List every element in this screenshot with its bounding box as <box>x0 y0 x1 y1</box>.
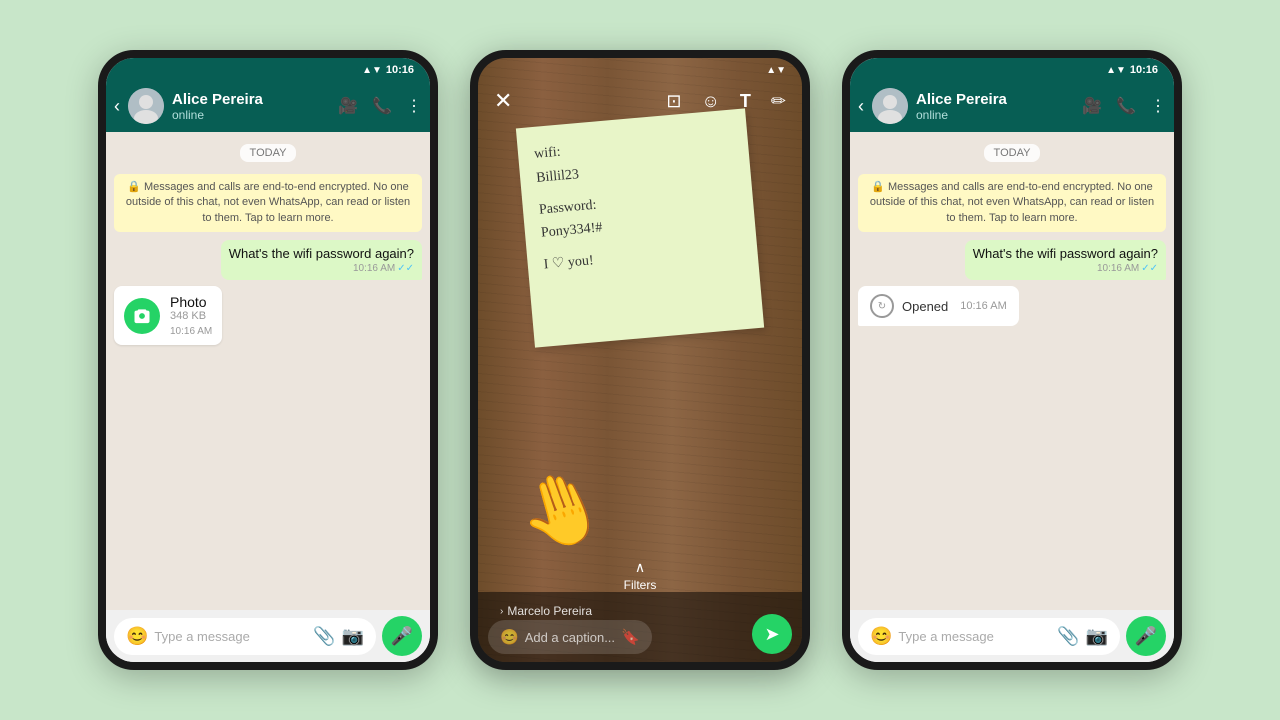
chat-area-1: TODAY 🔒 Messages and calls are end-to-en… <box>106 132 430 610</box>
time-3: 10:16 <box>1130 64 1158 76</box>
input-bar-1: 😊 Type a message 📎 📷 🎤 <box>106 610 430 662</box>
contact-status-3: online <box>916 108 1074 122</box>
caption-input[interactable]: 😊 Add a caption... 🔖 <box>488 620 652 654</box>
filters-chevron-icon: ∧ <box>635 559 645 576</box>
phone-receiver: ▲▼ 10:16 ‹ Alice Pereira online 🎥 📞 ⋮ TO… <box>842 50 1182 670</box>
caption-send-button[interactable]: ➤ <box>752 614 792 654</box>
caption-contact-name: Marcelo Pereira <box>507 604 592 618</box>
attach-icon-1[interactable]: 📎 <box>313 626 335 647</box>
emoji-icon-viewer[interactable]: ☺ <box>702 91 720 112</box>
filters-label: Filters <box>624 578 657 592</box>
close-button-viewer[interactable]: ✕ <box>494 88 512 114</box>
video-call-icon-1[interactable]: 🎥 <box>338 96 358 116</box>
chat-area-3: TODAY 🔒 Messages and calls are end-to-en… <box>850 132 1174 610</box>
input-bar-3: 😊 Type a message 📎 📷 🎤 <box>850 610 1174 662</box>
status-bar-3: ▲▼ 10:16 <box>850 58 1174 80</box>
opened-label-3: Opened <box>902 299 948 314</box>
phone-viewer: wifi: Billil23 Password: Pony334!# I ♡ y… <box>470 50 810 670</box>
date-badge-1: TODAY <box>240 144 297 162</box>
sticky-note: wifi: Billil23 Password: Pony334!# I ♡ y… <box>516 108 764 347</box>
voice-call-icon-1[interactable]: 📞 <box>372 96 392 116</box>
camera-input-icon-1[interactable]: 📷 <box>342 626 364 647</box>
contact-name-1: Alice Pereira <box>172 91 330 108</box>
back-button-1[interactable]: ‹ <box>114 96 120 117</box>
caption-sticker-icon[interactable]: 🔖 <box>621 628 640 646</box>
opened-time-3: 10:16 AM <box>960 300 1006 312</box>
back-button-3[interactable]: ‹ <box>858 96 864 117</box>
caption-bar: › Marcelo Pereira 😊 Add a caption... 🔖 ➤ <box>478 592 802 662</box>
input-wrap-3[interactable]: 😊 Type a message 📎 📷 <box>858 618 1120 655</box>
contact-status-1: online <box>172 108 330 122</box>
message-out-3: What's the wifi password again? 10:16 AM… <box>965 240 1166 280</box>
opened-icon-3: ↻ <box>870 294 894 318</box>
signal-icon-3: ▲▼ <box>1106 65 1126 76</box>
caption-contact: › Marcelo Pereira <box>488 600 792 620</box>
contact-info-1: Alice Pereira online <box>172 91 330 122</box>
header-actions-3: 🎥 📞 ⋮ <box>1082 96 1166 116</box>
encryption-notice-3: 🔒 Messages and calls are end-to-end encr… <box>858 174 1166 232</box>
avatar-3 <box>872 88 908 124</box>
menu-icon-3[interactable]: ⋮ <box>1150 96 1166 116</box>
caption-emoji-icon[interactable]: 😊 <box>500 628 519 646</box>
text-icon-viewer[interactable]: T <box>740 91 751 112</box>
voice-call-icon-3[interactable]: 📞 <box>1116 96 1136 116</box>
contact-info-3: Alice Pereira online <box>916 91 1074 122</box>
contact-name-3: Alice Pereira <box>916 91 1074 108</box>
viewer-toolbar: ✕ ⊡ ☺ T ✏ <box>478 80 802 122</box>
input-wrap-1[interactable]: 😊 Type a message 📎 📷 <box>114 618 376 655</box>
mic-button-3[interactable]: 🎤 <box>1126 616 1166 656</box>
photo-icon-1 <box>124 298 160 334</box>
caption-placeholder[interactable]: Add a caption... <box>525 630 615 645</box>
chat-header-3: ‹ Alice Pereira online 🎥 📞 ⋮ <box>850 80 1174 132</box>
input-placeholder-1[interactable]: Type a message <box>154 629 307 644</box>
status-bar-1: ▲▼ 10:16 <box>106 58 430 80</box>
emoji-input-icon-3[interactable]: 😊 <box>870 626 892 647</box>
viewer-status-bar: ▲▼ <box>478 58 802 80</box>
msg-out-text-3: What's the wifi password again? <box>973 246 1158 261</box>
photo-size-1: 348 KB <box>170 310 212 322</box>
time-1: 10:16 <box>386 64 414 76</box>
msg-out-time-1: 10:16 AM✓✓ <box>229 263 414 274</box>
send-icon: ➤ <box>764 624 779 645</box>
msg-out-time-3: 10:16 AM✓✓ <box>973 263 1158 274</box>
encryption-notice-1: 🔒 Messages and calls are end-to-end encr… <box>114 174 422 232</box>
menu-icon-1[interactable]: ⋮ <box>406 96 422 116</box>
video-call-icon-3[interactable]: 🎥 <box>1082 96 1102 116</box>
photo-time-1: 10:16 AM <box>170 326 212 337</box>
chevron-right-icon: › <box>500 606 503 617</box>
msg-out-text-1: What's the wifi password again? <box>229 246 414 261</box>
filters-hint[interactable]: ∧ Filters <box>624 559 657 592</box>
photo-message-1[interactable]: Photo 348 KB 10:16 AM <box>114 286 222 345</box>
phone-sender: ▲▼ 10:16 ‹ Alice Pereira online 🎥 📞 ⋮ TO… <box>98 50 438 670</box>
viewer-tools: ⊡ ☺ T ✏ <box>666 91 786 112</box>
chat-header-1: ‹ Alice Pereira online 🎥 📞 ⋮ <box>106 80 430 132</box>
opened-message-3[interactable]: ↻ Opened 10:16 AM <box>858 286 1019 326</box>
message-out-1: What's the wifi password again? 10:16 AM… <box>221 240 422 280</box>
emoji-input-icon-1[interactable]: 😊 <box>126 626 148 647</box>
crop-icon-viewer[interactable]: ⊡ <box>666 91 681 112</box>
photo-label-1: Photo <box>170 294 212 310</box>
signal-icon: ▲▼ <box>362 65 382 76</box>
attach-icon-3[interactable]: 📎 <box>1057 626 1079 647</box>
photo-details-1: Photo 348 KB 10:16 AM <box>170 294 212 337</box>
input-placeholder-3[interactable]: Type a message <box>898 629 1051 644</box>
viewer-signal-icon: ▲▼ <box>766 65 786 76</box>
mic-button-1[interactable]: 🎤 <box>382 616 422 656</box>
camera-input-icon-3[interactable]: 📷 <box>1086 626 1108 647</box>
avatar-1 <box>128 88 164 124</box>
sticky-note-container: wifi: Billil23 Password: Pony334!# I ♡ y… <box>516 108 764 347</box>
draw-icon-viewer[interactable]: ✏ <box>771 91 786 112</box>
date-badge-3: TODAY <box>984 144 1041 162</box>
header-actions-1: 🎥 📞 ⋮ <box>338 96 422 116</box>
